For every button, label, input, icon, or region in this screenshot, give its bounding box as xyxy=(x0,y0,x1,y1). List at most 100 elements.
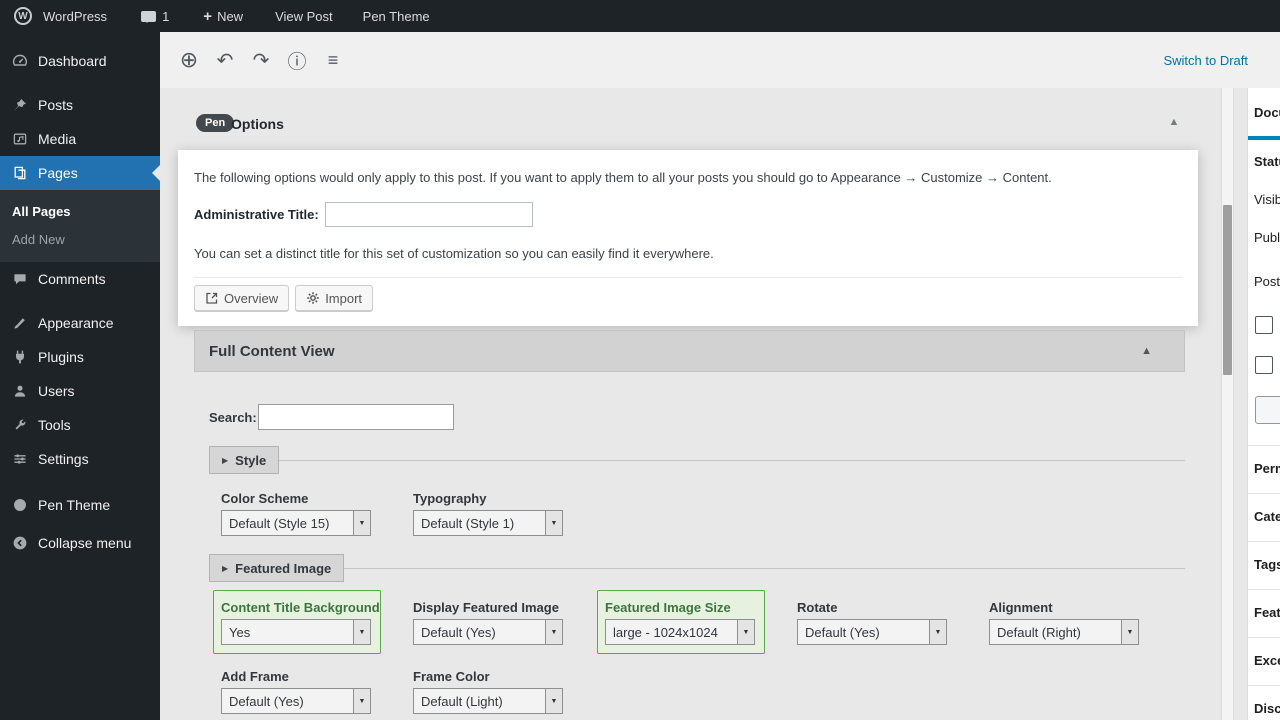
chevron-down-icon: ▼ xyxy=(737,620,754,644)
comments-icon xyxy=(10,269,30,289)
style-section-toggle[interactable]: ▶ Style xyxy=(209,446,279,474)
content-scrollbar-thumb[interactable] xyxy=(1223,205,1232,375)
menu-item-tools[interactable]: Tools xyxy=(0,408,160,442)
alignment-label: Alignment xyxy=(989,600,1053,615)
menu-item-settings[interactable]: Settings xyxy=(0,442,160,476)
menu-item-plugins[interactable]: Plugins xyxy=(0,340,160,374)
pending-review-checkbox[interactable] xyxy=(1255,356,1273,374)
list-view-icon[interactable]: ≡ xyxy=(318,44,348,76)
divider xyxy=(1248,541,1280,542)
divider xyxy=(1248,685,1280,686)
menu-item-comments[interactable]: Comments xyxy=(0,262,160,296)
menu-item-pages[interactable]: Pages xyxy=(0,156,160,190)
external-link-icon xyxy=(205,291,219,305)
pen-theme-icon xyxy=(10,495,30,515)
full-content-view-collapse-icon[interactable]: ▲ xyxy=(1141,345,1152,357)
chevron-down-icon: ▼ xyxy=(353,689,370,713)
site-name-label: WordPress xyxy=(43,9,107,24)
pen-options-actions: Overview Import xyxy=(194,285,373,311)
featured-image-size-select[interactable]: large - 1024x1024 ▼ xyxy=(605,619,755,645)
full-content-view-header[interactable]: Full Content View ▲ xyxy=(194,330,1185,372)
import-button[interactable]: Import xyxy=(295,285,373,311)
site-name-menu[interactable]: WordPress xyxy=(43,0,118,32)
divider xyxy=(1248,589,1280,590)
new-content-menu[interactable]: + New xyxy=(192,0,254,32)
featured-image-section-toggle[interactable]: ▶ Featured Image xyxy=(209,554,344,582)
featured-image-size-label: Featured Image Size xyxy=(605,600,731,615)
pen-options-title: Options xyxy=(231,116,284,132)
info-icon[interactable]: ⓘ xyxy=(282,44,312,76)
editor-toolbar: ⊕ ↶ ↷ ⓘ ≡ Switch to Draft xyxy=(160,32,1280,88)
pushpin-icon xyxy=(10,95,30,115)
admin-bar: W WordPress 1 + New View Post Pen Theme xyxy=(0,0,1280,32)
sidebar-tabs: Docu xyxy=(1248,88,1280,140)
display-featured-image-select[interactable]: Default (Yes) ▼ xyxy=(413,619,563,645)
administrative-title-help: You can set a distinct title for this se… xyxy=(194,246,714,261)
move-to-trash-button[interactable] xyxy=(1255,396,1280,424)
pen-options-collapse-icon[interactable]: ▲ xyxy=(1162,110,1186,134)
display-featured-image-label: Display Featured Image xyxy=(413,600,559,615)
content-scrollbar-track[interactable] xyxy=(1221,88,1234,720)
block-inserter-icon[interactable]: ⊕ xyxy=(174,44,204,76)
admin-menu: Dashboard Posts Media Pages All Pages Ad… xyxy=(0,32,160,720)
menu-item-users[interactable]: Users xyxy=(0,374,160,408)
comments-menu[interactable]: 1 xyxy=(130,0,180,32)
administrative-title-input[interactable] xyxy=(325,202,533,227)
redo-icon[interactable]: ↷ xyxy=(246,44,276,76)
pages-icon xyxy=(10,163,30,183)
tags-panel-title[interactable]: Tags xyxy=(1254,557,1280,572)
comment-bubble-icon xyxy=(141,11,156,22)
search-input[interactable] xyxy=(258,404,454,430)
collapse-menu-button[interactable]: Collapse menu xyxy=(0,526,160,560)
rotate-select[interactable]: Default (Yes) ▼ xyxy=(797,619,947,645)
typography-select[interactable]: Default (Style 1) ▼ xyxy=(413,510,563,536)
content-title-background-select[interactable]: Yes ▼ xyxy=(221,619,371,645)
settings-sliders-icon xyxy=(10,449,30,469)
collapse-arrow-icon xyxy=(10,533,30,553)
submenu-all-pages[interactable]: All Pages xyxy=(0,198,160,226)
typography-label: Typography xyxy=(413,491,486,506)
menu-item-appearance[interactable]: Appearance xyxy=(0,306,160,340)
discussion-panel-title[interactable]: Disc xyxy=(1254,701,1280,716)
paintbrush-icon xyxy=(10,313,30,333)
menu-item-dashboard[interactable]: Dashboard xyxy=(0,44,160,78)
divider xyxy=(194,277,1182,278)
excerpt-panel-title[interactable]: Exce xyxy=(1254,653,1280,668)
publish-label: Publ xyxy=(1254,230,1280,245)
settings-sidebar: Docu Statu Visib Publ Post Perm Cate Tag… xyxy=(1247,88,1280,720)
undo-icon[interactable]: ↶ xyxy=(210,44,240,76)
divider xyxy=(209,568,1185,569)
chevron-down-icon: ▼ xyxy=(545,511,562,535)
wordpress-admin-page: { "colors": { "admin_bar_bg": "#1d2327",… xyxy=(0,0,1280,720)
triangle-right-icon: ▶ xyxy=(222,564,228,573)
menu-item-media[interactable]: Media xyxy=(0,122,160,156)
status-panel-title[interactable]: Statu xyxy=(1254,154,1280,169)
pen-options-intro: The following options would only apply t… xyxy=(194,170,1182,185)
alignment-select[interactable]: Default (Right) ▼ xyxy=(989,619,1139,645)
tab-document[interactable]: Docu xyxy=(1248,88,1280,140)
administrative-title-label: Administrative Title: xyxy=(194,207,319,222)
pen-options-panel: The following options would only apply t… xyxy=(178,150,1198,326)
menu-item-pen-theme[interactable]: Pen Theme xyxy=(0,488,160,522)
frame-color-select[interactable]: Default (Light) ▼ xyxy=(413,688,563,714)
search-label: Search: xyxy=(209,410,257,425)
color-scheme-select[interactable]: Default (Style 15) ▼ xyxy=(221,510,371,536)
menu-item-posts[interactable]: Posts xyxy=(0,88,160,122)
divider xyxy=(1248,637,1280,638)
menu-separator xyxy=(0,78,160,88)
switch-to-draft-link[interactable]: Switch to Draft xyxy=(1163,53,1248,68)
stick-to-top-checkbox[interactable] xyxy=(1255,316,1273,334)
gear-icon xyxy=(306,291,320,305)
wp-logo-menu[interactable]: W xyxy=(0,0,43,32)
divider xyxy=(1248,445,1280,446)
chevron-down-icon: ▼ xyxy=(545,620,562,644)
chevron-down-icon: ▼ xyxy=(545,689,562,713)
featured-image-panel-title[interactable]: Feat xyxy=(1254,605,1280,620)
overview-button[interactable]: Overview xyxy=(194,285,289,311)
add-frame-select[interactable]: Default (Yes) ▼ xyxy=(221,688,371,714)
submenu-add-new[interactable]: Add New xyxy=(0,226,160,254)
categories-panel-title[interactable]: Cate xyxy=(1254,509,1280,524)
pen-theme-admin-menu[interactable]: Pen Theme xyxy=(352,0,441,32)
view-post-link[interactable]: View Post xyxy=(264,0,344,32)
permalink-panel-title[interactable]: Perm xyxy=(1254,461,1280,476)
